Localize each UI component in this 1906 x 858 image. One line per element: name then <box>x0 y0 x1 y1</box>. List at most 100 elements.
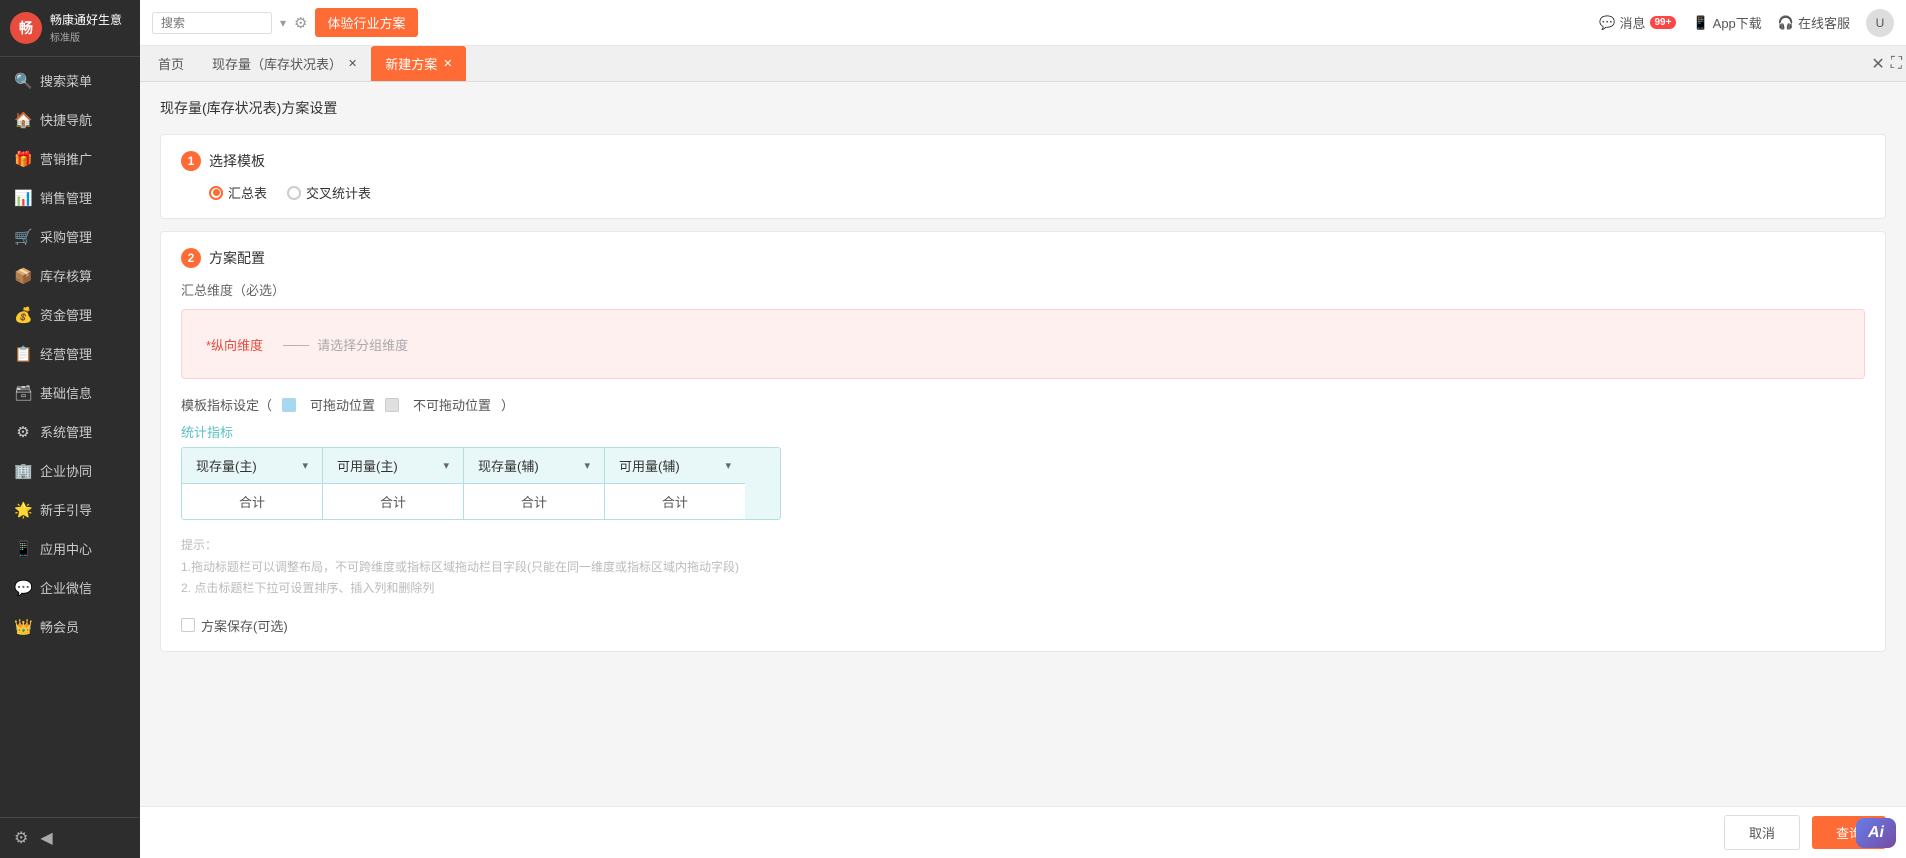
save-checkbox-row[interactable]: 方案保存(可选) <box>181 616 1865 635</box>
dropdown-arrow-2[interactable]: ▾ <box>584 459 590 472</box>
dimension-dash: —— <box>283 337 309 352</box>
sidebar-item-sales[interactable]: 📊 销售管理 <box>0 178 140 217</box>
message-badge: 99+ <box>1650 16 1677 29</box>
tab-expand-icon[interactable]: ⛶ <box>1891 55 1902 73</box>
step2-num: 2 <box>181 248 201 268</box>
message-item[interactable]: 💬 消息 99+ <box>1599 13 1676 32</box>
dropdown-arrow-3[interactable]: ▾ <box>725 459 731 472</box>
sidebar: 畅 畅康通好生意 标准版 🔍 搜索菜单 🏠 快捷导航 🎁 营销推广 📊 销售管理… <box>0 0 140 858</box>
sidebar-item-wechat[interactable]: 💬 企业微信 <box>0 568 140 607</box>
sidebar-item-label: 畅会员 <box>40 617 79 636</box>
app-download-item[interactable]: 📱 App下载 <box>1692 13 1761 32</box>
dropdown-arrow-0[interactable]: ▾ <box>302 459 308 472</box>
sales-icon: 📊 <box>14 189 32 207</box>
save-checkbox[interactable] <box>181 618 195 632</box>
sidebar-item-label: 销售管理 <box>40 188 92 207</box>
stats-col-header-3[interactable]: 可用量(辅) ▾ <box>605 448 745 484</box>
sidebar-item-marketing[interactable]: 🎁 营销推广 <box>0 139 140 178</box>
tab-inventory[interactable]: 现存量（库存状况表） ✕ <box>198 46 371 81</box>
sidebar-item-member[interactable]: 👑 畅会员 <box>0 607 140 646</box>
search-input[interactable] <box>152 12 272 34</box>
sidebar-item-newcomer[interactable]: 🌟 新手引导 <box>0 490 140 529</box>
collapse-icon[interactable]: ◀ <box>40 828 52 848</box>
settings-icon[interactable]: ⚙ <box>14 828 28 848</box>
stats-col-body-3: 合计 <box>605 484 745 519</box>
tips-title: 提示： <box>181 535 1865 557</box>
app-version: 标准版 <box>50 29 122 44</box>
dropdown-arrow-1[interactable]: ▾ <box>443 459 449 472</box>
cancel-button[interactable]: 取消 <box>1724 815 1800 850</box>
tabs-bar: 首页 现存量（库存状况表） ✕ 新建方案 ✕ ✕ ⛶ <box>140 46 1906 82</box>
stats-col-label-2: 现存量(辅) <box>478 456 539 475</box>
stats-table-header: 现存量(主) ▾ 合计 可用量(主) ▾ 合计 <box>182 448 780 519</box>
draggable-badge <box>282 398 296 412</box>
radio-summary[interactable]: 汇总表 <box>209 183 267 202</box>
page-title: 现存量(库存状况表)方案设置 <box>160 98 1886 118</box>
newcomer-icon: 🌟 <box>14 501 32 519</box>
trial-btn[interactable]: 体验行业方案 <box>315 8 417 37</box>
radio-summary-dot <box>209 186 223 200</box>
sidebar-item-app-center[interactable]: 📱 应用中心 <box>0 529 140 568</box>
sidebar-nav: 🔍 搜索菜单 🏠 快捷导航 🎁 营销推广 📊 销售管理 🛒 采购管理 📦 库存核… <box>0 57 140 817</box>
stats-col-body-2: 合计 <box>464 484 604 519</box>
app-center-icon: 📱 <box>14 540 32 558</box>
radio-cross-label: 交叉统计表 <box>306 183 371 202</box>
sidebar-logo: 畅 畅康通好生意 标准版 <box>0 0 140 57</box>
basic-info-icon: 🗃 <box>14 384 32 402</box>
tab-new-plan[interactable]: 新建方案 ✕ <box>371 46 466 81</box>
app-download-icon: 📱 <box>1692 15 1708 31</box>
indicators-label: 模板指标设定（ 可拖动位置 不可拖动位置 ） <box>181 395 1865 414</box>
sidebar-item-label: 系统管理 <box>40 422 92 441</box>
bottom-bar: 取消 查询 <box>140 806 1906 858</box>
tips-item1: 1.拖动标题栏可以调整布局，不可跨维度或指标区域拖动栏目字段(只能在同一维度或指… <box>181 557 1865 579</box>
sidebar-item-label: 采购管理 <box>40 227 92 246</box>
stats-col-header-0[interactable]: 现存量(主) ▾ <box>182 448 322 484</box>
search-menu-icon: 🔍 <box>14 72 32 90</box>
stats-col-label-3: 可用量(辅) <box>619 456 680 475</box>
sidebar-item-finance[interactable]: 💰 资金管理 <box>0 295 140 334</box>
tab-close-inventory[interactable]: ✕ <box>348 57 357 70</box>
headset-icon: 🎧 <box>1778 15 1794 31</box>
topbar: ▾ ⚙ 体验行业方案 💬 消息 99+ 📱 App下载 🎧 在线客服 U <box>140 0 1906 46</box>
quick-nav-icon: 🏠 <box>14 111 32 129</box>
sidebar-item-basic-info[interactable]: 🗃 基础信息 <box>0 373 140 412</box>
sidebar-item-label: 资金管理 <box>40 305 92 324</box>
sidebar-item-system[interactable]: ⚙ 系统管理 <box>0 412 140 451</box>
sidebar-item-purchase[interactable]: 🛒 采购管理 <box>0 217 140 256</box>
stats-col-header-1[interactable]: 可用量(主) ▾ <box>323 448 463 484</box>
step2-heading: 2 方案配置 <box>181 248 1865 268</box>
stats-table: 现存量(主) ▾ 合计 可用量(主) ▾ 合计 <box>181 447 781 520</box>
gear-icon[interactable]: ⚙ <box>294 14 307 32</box>
wechat-icon: 💬 <box>14 579 32 597</box>
sidebar-item-search-menu[interactable]: 🔍 搜索菜单 <box>0 61 140 100</box>
sidebar-item-operations[interactable]: 📋 经营管理 <box>0 334 140 373</box>
online-service-label: 在线客服 <box>1798 13 1850 32</box>
section-step1: 1 选择模板 汇总表 交叉统计表 <box>160 134 1886 219</box>
online-service-item[interactable]: 🎧 在线客服 <box>1778 13 1850 32</box>
radio-cross[interactable]: 交叉统计表 <box>287 183 371 202</box>
logo-icon: 畅 <box>10 12 42 44</box>
tab-close-new-plan[interactable]: ✕ <box>443 57 452 70</box>
tab-inventory-label: 现存量（库存状况表） <box>212 54 342 73</box>
avatar[interactable]: U <box>1866 9 1894 37</box>
dimension-title: 汇总维度（必选） <box>181 280 1865 299</box>
tab-close-all-icon[interactable]: ✕ <box>1871 54 1884 74</box>
content-area: 现存量(库存状况表)方案设置 1 选择模板 汇总表 交叉统计表 2 <box>140 82 1906 806</box>
main-area: ▾ ⚙ 体验行业方案 💬 消息 99+ 📱 App下载 🎧 在线客服 U 首页 <box>140 0 1906 858</box>
dimension-area[interactable]: *纵向维度 —— 请选择分组维度 <box>181 309 1865 379</box>
fixed-badge <box>385 398 399 412</box>
save-checkbox-label: 方案保存(可选) <box>201 616 288 635</box>
tab-new-plan-label: 新建方案 <box>385 54 437 73</box>
sidebar-footer: ⚙ ◀ <box>0 817 140 858</box>
stats-table-section: 统计指标 现存量(主) ▾ 合计 <box>181 422 1865 523</box>
tab-home[interactable]: 首页 <box>144 48 198 79</box>
ai-badge[interactable]: Ai <box>1856 818 1896 848</box>
stats-table-title: 统计指标 <box>181 422 1865 441</box>
stats-col-header-2[interactable]: 现存量(辅) ▾ <box>464 448 604 484</box>
sidebar-item-enterprise[interactable]: 🏢 企业协同 <box>0 451 140 490</box>
stats-col-body-1: 合计 <box>323 484 463 519</box>
sidebar-item-label: 应用中心 <box>40 539 92 558</box>
tips-section: 提示： 1.拖动标题栏可以调整布局，不可跨维度或指标区域拖动栏目字段(只能在同一… <box>181 535 1865 600</box>
sidebar-item-inventory[interactable]: 📦 库存核算 <box>0 256 140 295</box>
sidebar-item-quick-nav[interactable]: 🏠 快捷导航 <box>0 100 140 139</box>
